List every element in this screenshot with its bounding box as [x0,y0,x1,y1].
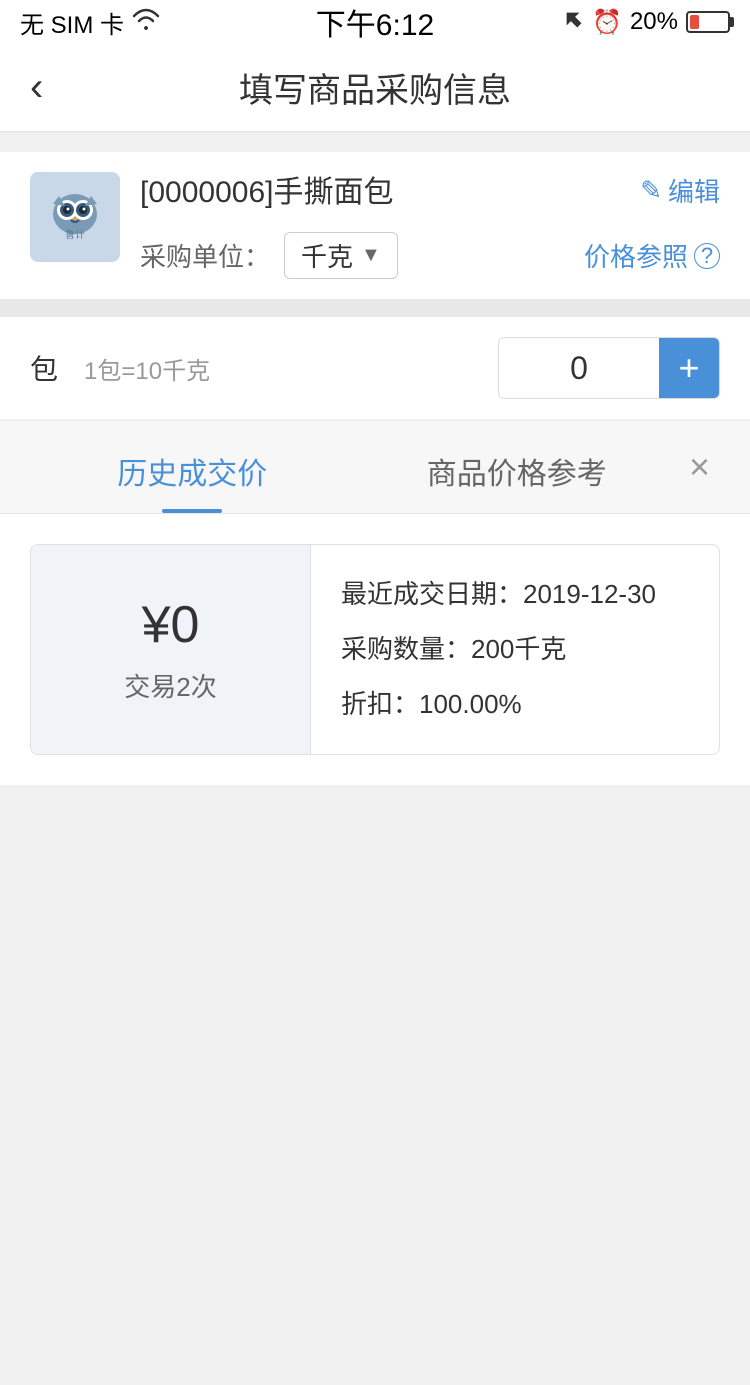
page-title: 填写商品采购信息 [239,63,511,112]
transaction-details: 最近成交日期：2019-12-30 采购数量：200千克 折扣：100.00% [311,545,719,754]
svg-text:鲁计: 鲁计 [65,228,85,241]
purchase-qty-row: 采购数量：200千克 [341,630,689,669]
back-button[interactable]: ‹ [30,55,53,120]
transaction-summary: ¥0 交易2次 [31,545,311,754]
status-left: 无 SIM 卡 [20,5,160,40]
discount-row: 折扣：100.00% [341,685,689,724]
wifi-icon [132,8,160,37]
battery-indicator [686,11,730,33]
edit-button[interactable]: ✎ 编辑 [640,172,720,209]
nav-bar: ‹ 填写商品采购信息 [0,44,750,132]
tab-product-price-ref[interactable]: 商品价格参考 [354,421,678,513]
qty-unit-text: 包 [30,348,58,388]
unit-select[interactable]: 千克 ▼ [284,232,398,279]
qty-unit-name: 包 [30,348,58,388]
product-card: 鲁计 [0000006]手撕面包 采购单位： 千克 ▼ ✎ [0,152,750,299]
product-header: 鲁计 [0000006]手撕面包 采购单位： 千克 ▼ ✎ [30,172,720,279]
transaction-count: 交易2次 [124,667,216,704]
product-left: 鲁计 [0000006]手撕面包 采购单位： 千克 ▼ [30,172,398,279]
transaction-list: ¥0 交易2次 最近成交日期：2019-12-30 采购数量：200千克 折扣：… [0,514,750,785]
product-info: [0000006]手撕面包 采购单位： 千克 ▼ [140,172,398,279]
section-divider [0,299,750,317]
qty-ratio-label: 1包=10千克 [84,351,210,386]
price-ref-button[interactable]: 价格参照 ? [584,237,720,274]
price-ref-label: 价格参照 [584,237,688,274]
location-icon [562,8,584,37]
dropdown-arrow-icon: ▼ [361,244,381,267]
product-right: ✎ 编辑 价格参照 ? [584,172,720,274]
product-name: [0000006]手撕面包 [140,172,398,214]
edit-icon: ✎ [640,175,662,206]
product-unit-row: 采购单位： 千克 ▼ [140,232,398,279]
status-time: 下午6:12 [316,0,434,44]
edit-label: 编辑 [668,172,720,209]
tab-history-price[interactable]: 历史成交价 [30,421,354,513]
qty-input[interactable] [499,338,659,398]
tabs-panel: 历史成交价 商品价格参考 × ¥0 交易2次 最近成交日期：2019-12-30… [0,420,750,785]
unit-label: 采购单位： [140,237,270,274]
transaction-price: ¥0 [142,595,200,655]
product-thumbnail: 鲁计 [30,172,120,262]
bottom-space [0,785,750,1385]
quantity-row: 包 1包=10千克 + [0,317,750,420]
tab-close-button[interactable]: × [679,436,720,498]
transaction-card: ¥0 交易2次 最近成交日期：2019-12-30 采购数量：200千克 折扣：… [30,544,720,755]
qty-plus-button[interactable]: + [659,338,719,398]
qty-input-group: + [498,337,720,399]
recent-date-row: 最近成交日期：2019-12-30 [341,575,689,614]
product-logo-icon: 鲁计 [45,182,105,252]
unit-value: 千克 [301,237,353,274]
carrier-text: 无 SIM 卡 [20,5,124,40]
battery-pct: 20% [630,8,678,36]
status-right: ⏰ 20% [562,8,730,37]
status-bar: 无 SIM 卡 下午6:12 ⏰ 20% [0,0,750,44]
alarm-icon: ⏰ [592,8,622,37]
help-icon: ? [694,243,720,269]
tabs-header: 历史成交价 商品价格参考 × [0,421,750,514]
